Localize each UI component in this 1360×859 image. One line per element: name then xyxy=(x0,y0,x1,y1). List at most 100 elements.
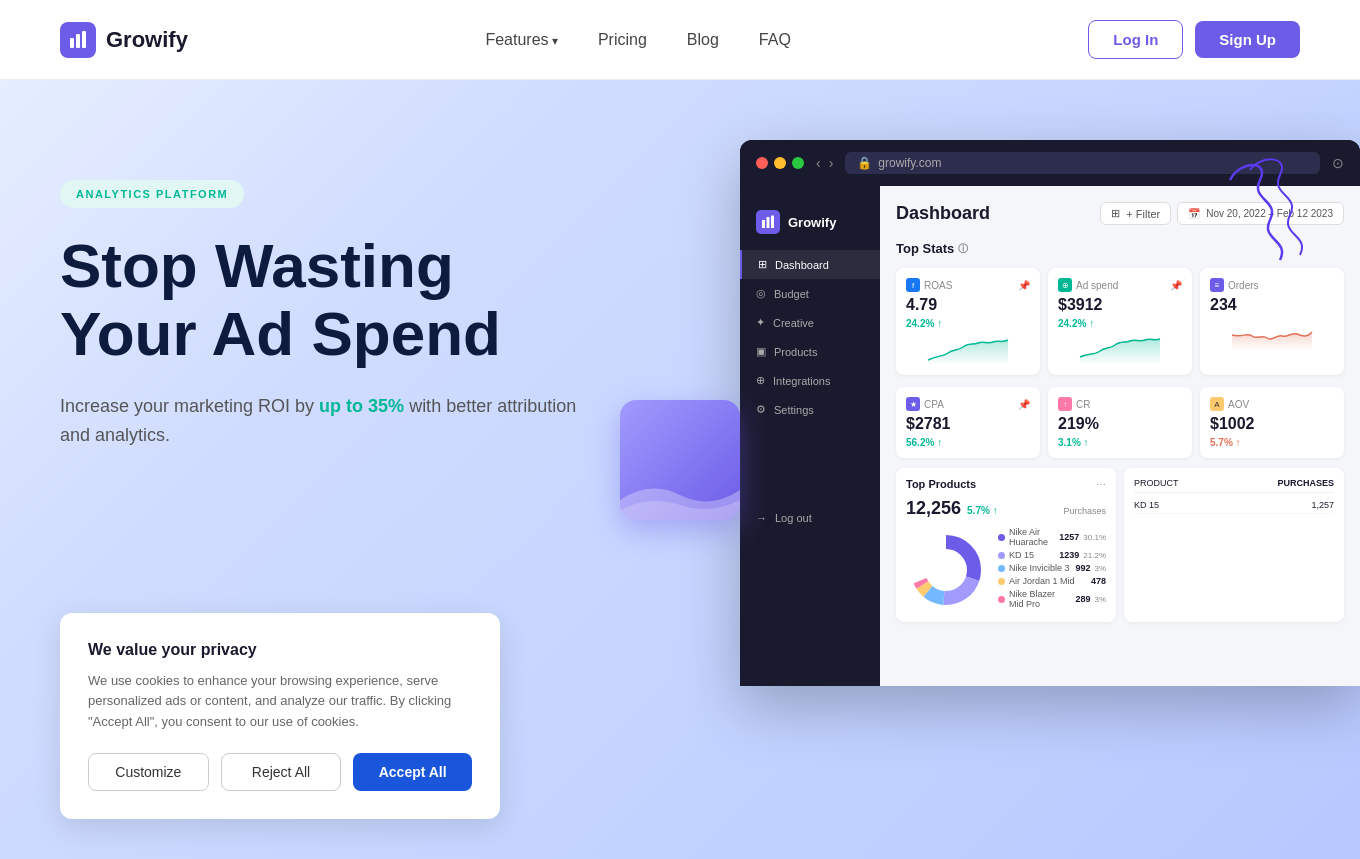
cr-value: 219% xyxy=(1058,415,1182,433)
sidebar-label-products: Products xyxy=(774,346,817,358)
nav-item-blog[interactable]: Blog xyxy=(687,31,719,49)
stats-grid-row1: f ROAS 📌 4.79 24.2% ↑ xyxy=(896,268,1344,375)
stat-card-adspend: ⊕ Ad spend 📌 $3912 24.2% ↑ xyxy=(1048,268,1192,375)
dashboard-icon: ⊞ xyxy=(758,258,767,271)
customize-button[interactable]: Customize xyxy=(88,753,209,791)
donut-area: Nike Air Huarache 1257 30.1% KD 15 1239 … xyxy=(906,527,1106,612)
sidebar-item-creative[interactable]: ✦ Creative xyxy=(740,308,880,337)
back-icon: ‹ xyxy=(816,155,821,171)
hero-subtitle-highlight: up to 35% xyxy=(319,396,404,416)
svg-rect-4 xyxy=(767,217,770,228)
sidebar-item-integrations[interactable]: ⊕ Integrations xyxy=(740,366,880,395)
calendar-icon: 📅 xyxy=(1188,208,1200,219)
dashboard-sidebar: Growify ⊞ Dashboard ◎ Budget ✦ xyxy=(740,186,880,686)
nav-links: Features Pricing Blog FAQ xyxy=(485,31,790,49)
signup-button[interactable]: Sign Up xyxy=(1195,21,1300,58)
top-products-label: Top Products xyxy=(906,478,976,490)
filter-button[interactable]: ⊞ + Filter xyxy=(1100,202,1171,225)
top-products-card: Top Products ⋯ 12,256 5.7% ↑ Purchases xyxy=(896,468,1116,622)
products-total: 12,256 xyxy=(906,498,961,519)
purchases-label: Purchases xyxy=(1063,506,1106,516)
table-header: PRODUCT PURCHASES xyxy=(1134,478,1334,493)
nav-link-blog[interactable]: Blog xyxy=(687,31,719,48)
legend-dot-3 xyxy=(998,578,1005,585)
dash-logo-icon xyxy=(756,210,780,234)
dot-green xyxy=(792,157,804,169)
sidebar-item-budget[interactable]: ◎ Budget xyxy=(740,279,880,308)
sidebar-label-dashboard: Dashboard xyxy=(775,259,829,271)
adspend-trend-icon: ↑ xyxy=(1089,318,1094,329)
browser-controls: ‹ › xyxy=(816,155,833,171)
dot-red xyxy=(756,157,768,169)
brand-name: Growify xyxy=(106,27,188,53)
aov-icon: A xyxy=(1210,397,1224,411)
dot-yellow xyxy=(774,157,786,169)
hero-title-line1: Stop Wasting xyxy=(60,231,454,300)
cr-label: ↑ CR xyxy=(1058,397,1090,411)
share-icon: ⊙ xyxy=(1332,155,1344,171)
roas-label: f ROAS xyxy=(906,278,952,292)
cpa-icon: ★ xyxy=(906,397,920,411)
legend-item-1: KD 15 1239 21.2% xyxy=(998,550,1106,560)
nav-actions: Log In Sign Up xyxy=(1088,20,1300,59)
float-card-wave xyxy=(620,460,740,520)
sidebar-logout-label: Log out xyxy=(775,512,812,524)
logout-icon: → xyxy=(756,512,767,524)
cpa-change: 56.2% ↑ xyxy=(906,437,1030,448)
cookie-banner: We value your privacy We use cookies to … xyxy=(60,613,500,819)
integrations-icon: ⊕ xyxy=(756,374,765,387)
browser-traffic-lights xyxy=(756,157,804,169)
hero-title-line2: Your Ad Spend xyxy=(60,299,501,368)
logo-icon xyxy=(60,22,96,58)
cpa-pin-icon: 📌 xyxy=(1018,399,1030,410)
nav-item-features[interactable]: Features xyxy=(485,31,557,49)
nav-link-features[interactable]: Features xyxy=(485,31,557,48)
orders-chart xyxy=(1210,320,1334,350)
sidebar-item-products[interactable]: ▣ Products xyxy=(740,337,880,366)
roas-pin-icon: 📌 xyxy=(1018,280,1030,291)
legend-item-2: Nike Invicible 3 992 3% xyxy=(998,563,1106,573)
sidebar-logout[interactable]: → Log out xyxy=(740,504,880,532)
nav-item-faq[interactable]: FAQ xyxy=(759,31,791,49)
sidebar-item-settings[interactable]: ⚙ Settings xyxy=(740,395,880,424)
hero-subtitle: Increase your marketing ROI by up to 35%… xyxy=(60,392,580,450)
url-text: growify.com xyxy=(878,156,941,170)
products-metric: 12,256 5.7% ↑ Purchases xyxy=(906,498,1106,519)
sidebar-label-creative: Creative xyxy=(773,317,814,329)
roas-value: 4.79 xyxy=(906,296,1030,314)
legend-dot-0 xyxy=(998,534,1005,541)
legend-item-4: Nike Blazer Mid Pro 289 3% xyxy=(998,589,1106,609)
accept-all-button[interactable]: Accept All xyxy=(353,753,472,791)
products-more-icon[interactable]: ⋯ xyxy=(1096,479,1106,490)
hero-subtitle-pre: Increase your marketing ROI by xyxy=(60,396,319,416)
legend-item-3: Air Jordan 1 Mid 478 xyxy=(998,576,1106,586)
scribble-decoration xyxy=(1210,150,1330,270)
cpa-value: $2781 xyxy=(906,415,1030,433)
adspend-chart xyxy=(1058,335,1182,365)
creative-icon: ✦ xyxy=(756,316,765,329)
products-icon: ▣ xyxy=(756,345,766,358)
sidebar-item-dashboard[interactable]: ⊞ Dashboard xyxy=(740,250,880,279)
reject-all-button[interactable]: Reject All xyxy=(221,753,342,791)
donut-legend: Nike Air Huarache 1257 30.1% KD 15 1239 … xyxy=(998,527,1106,612)
table-cell-product: KD 15 xyxy=(1134,500,1267,510)
stat-card-cpa: ★ CPA 📌 $2781 56.2% ↑ xyxy=(896,387,1040,458)
filter-label: + Filter xyxy=(1126,208,1160,220)
cookie-text: We use cookies to enhance your browsing … xyxy=(88,671,472,733)
nav-link-faq[interactable]: FAQ xyxy=(759,31,791,48)
sidebar-menu: ⊞ Dashboard ◎ Budget ✦ Creative ▣ xyxy=(740,250,880,424)
login-button[interactable]: Log In xyxy=(1088,20,1183,59)
adspend-change: 24.2% ↑ xyxy=(1058,318,1182,329)
col-purchases: PURCHASES xyxy=(1267,478,1334,488)
cookie-actions: Customize Reject All Accept All xyxy=(88,753,472,791)
nav-item-pricing[interactable]: Pricing xyxy=(598,31,647,49)
col-product: PRODUCT xyxy=(1134,478,1267,488)
legend-dot-4 xyxy=(998,596,1005,603)
sidebar-label-budget: Budget xyxy=(774,288,809,300)
logo-link[interactable]: Growify xyxy=(60,22,188,58)
nav-link-pricing[interactable]: Pricing xyxy=(598,31,647,48)
adspend-pin-icon: 📌 xyxy=(1170,280,1182,291)
roas-change: 24.2% ↑ xyxy=(906,318,1030,329)
stat-card-aov: A AOV $1002 5.7% ↑ xyxy=(1200,387,1344,458)
products-table-card: PRODUCT PURCHASES KD 15 1,257 xyxy=(1124,468,1344,622)
